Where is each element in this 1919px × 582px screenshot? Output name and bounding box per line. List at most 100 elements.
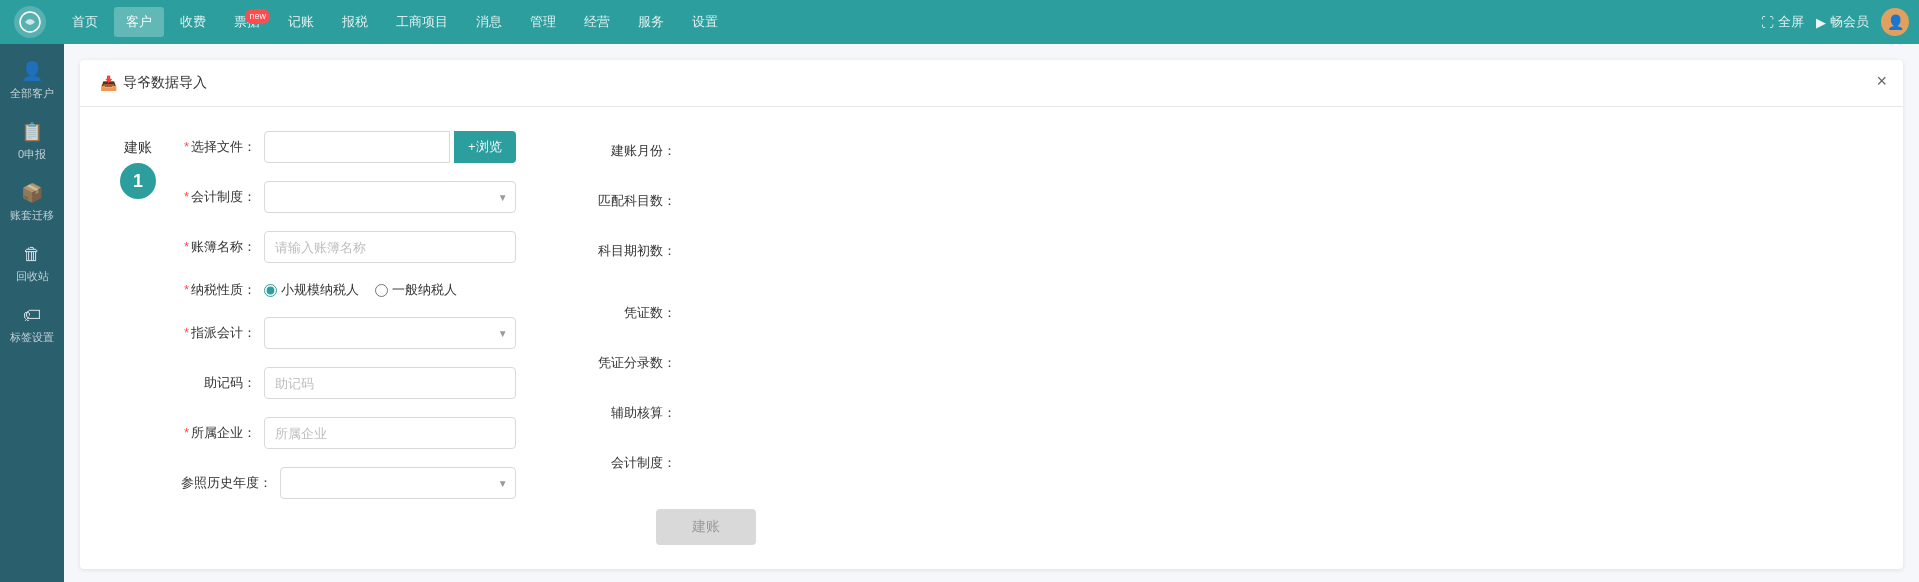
label-company: *所属企业： — [176, 424, 256, 442]
nav-item-票据[interactable]: 票据new — [222, 7, 272, 37]
file-text-input[interactable] — [264, 131, 450, 163]
nav-item-服务[interactable]: 服务 — [626, 7, 676, 37]
sidebar-icon-4: 🏷 — [21, 304, 43, 326]
avatar[interactable]: 👤 — [1881, 8, 1909, 36]
sidebar-label-3: 回收站 — [16, 269, 49, 284]
label-book-name: *账簿名称： — [176, 238, 256, 256]
nav-item-报税[interactable]: 报税 — [330, 7, 380, 37]
voucher-entries-value — [684, 347, 836, 379]
ref-year-select[interactable] — [280, 467, 516, 499]
voucher-count-value — [684, 297, 836, 329]
sidebar: 👤全部客户 📋 0申报 📦 账套迁移 🗑 回收站 🏷 标签设置 — [0, 44, 64, 582]
nav-item-消息[interactable]: 消息 — [464, 7, 514, 37]
radio-general-label: 一般纳税人 — [392, 281, 457, 299]
account-system-right-label: 会计制度： — [576, 454, 676, 472]
build-btn-area: 建账 — [576, 509, 836, 545]
radio-small-taxpayer[interactable]: 小规模纳税人 — [264, 281, 359, 299]
right-row-match-subject: 匹配科目数： — [576, 185, 836, 217]
sidebar-item-4[interactable]: 🏷 标签设置 — [4, 296, 60, 353]
radio-general-taxpayer[interactable]: 一般纳税人 — [375, 281, 457, 299]
nav-item-收费[interactable]: 收费 — [168, 7, 218, 37]
label-account-system: *会计制度： — [176, 188, 256, 206]
right-row-voucher-entries: 凭证分录数： — [576, 347, 836, 379]
form-row-account-system: *会计制度： ▼ — [176, 181, 516, 213]
nav-items: 首页客户收费票据new记账报税工商项目消息管理经营服务设置 — [60, 7, 1761, 37]
sidebar-label-4: 标签设置 — [10, 330, 54, 345]
label-file: *选择文件： — [176, 138, 256, 156]
card-header: 📥 导爷数据导入 × — [80, 60, 1903, 107]
sidebar-label-1: 0申报 — [18, 147, 46, 162]
build-button[interactable]: 建账 — [656, 509, 756, 545]
form-area: 建账 1 *选择文件： +浏览 — [80, 107, 1903, 569]
member-btn[interactable]: ▶ 畅会员 — [1816, 13, 1869, 31]
nav-item-记账[interactable]: 记账 — [276, 7, 326, 37]
browse-button[interactable]: +浏览 — [454, 131, 516, 163]
accountant-select-wrap: ▼ — [264, 317, 516, 349]
form-row-accountant: *指派会计： ▼ — [176, 317, 516, 349]
sidebar-label-2: 账套迁移 — [10, 208, 54, 223]
right-row-voucher-count: 凭证数： — [576, 297, 836, 329]
tax-type-radio-group: 小规模纳税人 一般纳税人 — [264, 281, 457, 299]
right-row-account-system-right: 会计制度： — [576, 447, 836, 479]
right-form: 建账月份： 匹配科目数： 科目期初数： 凭证数： — [576, 131, 836, 545]
label-ref-year: 参照历史年度： — [176, 474, 272, 492]
form-row-book-name: *账簿名称： — [176, 231, 516, 263]
account-system-select-wrap: ▼ — [264, 181, 516, 213]
import-icon: 📥 — [100, 75, 117, 91]
main-content: 📥 导爷数据导入 × 建账 1 *选 — [64, 44, 1919, 582]
radio-small-label: 小规模纳税人 — [281, 281, 359, 299]
aux-calc-value — [684, 397, 836, 429]
close-button[interactable]: × — [1876, 72, 1887, 90]
voucher-count-label: 凭证数： — [576, 304, 676, 322]
label-tax-type: *纳税性质： — [176, 281, 256, 299]
nav-item-管理[interactable]: 管理 — [518, 7, 568, 37]
right-row-subject-init: 科目期初数： — [576, 235, 836, 267]
form-row-memo: 助记码： — [176, 367, 516, 399]
nav-badge-票据: new — [245, 9, 270, 24]
step-label: 建账 — [124, 139, 152, 157]
right-row-build-month: 建账月份： — [576, 135, 836, 167]
account-system-right-value — [684, 447, 836, 479]
nav-item-经营[interactable]: 经营 — [572, 7, 622, 37]
subject-init-label: 科目期初数： — [576, 242, 676, 260]
sidebar-item-1[interactable]: 📋 0申报 — [4, 113, 60, 170]
sidebar-item-2[interactable]: 📦 账套迁移 — [4, 174, 60, 231]
sidebar-icon-2: 📦 — [21, 182, 43, 204]
form-row-ref-year: 参照历史年度： ▼ — [176, 467, 516, 499]
fullscreen-btn[interactable]: ⛶ 全屏 — [1761, 13, 1804, 31]
aux-calc-label: 辅助核算： — [576, 404, 676, 422]
company-input[interactable] — [264, 417, 516, 449]
book-name-input[interactable] — [264, 231, 516, 263]
nav-item-首页[interactable]: 首页 — [60, 7, 110, 37]
subject-init-value — [684, 235, 836, 267]
form-row-company: *所属企业： — [176, 417, 516, 449]
radio-general-input[interactable] — [375, 284, 388, 297]
radio-small-input[interactable] — [264, 284, 277, 297]
sidebar-icon-3: 🗑 — [21, 243, 43, 265]
nav-item-工商项目[interactable]: 工商项目 — [384, 7, 460, 37]
step-section: 建账 1 *选择文件： +浏览 — [120, 131, 516, 545]
match-subject-label: 匹配科目数： — [576, 192, 676, 210]
form-row-tax-type: *纳税性质： 小规模纳税人 一般纳税人 — [176, 281, 516, 299]
sidebar-item-0[interactable]: 👤全部客户 — [4, 52, 60, 109]
accountant-select[interactable] — [264, 317, 516, 349]
main-card: 📥 导爷数据导入 × 建账 1 *选 — [80, 60, 1903, 569]
match-subject-value — [684, 185, 836, 217]
member-label: 畅会员 — [1830, 13, 1869, 31]
memo-input[interactable] — [264, 367, 516, 399]
nav-right: ⛶ 全屏 ▶ 畅会员 👤 — [1761, 8, 1909, 36]
step-circle: 1 — [120, 163, 156, 199]
file-input-group: +浏览 — [264, 131, 516, 163]
logo[interactable] — [10, 2, 50, 42]
sidebar-icon-1: 📋 — [21, 121, 43, 143]
logo-icon — [14, 6, 46, 38]
account-system-select[interactable] — [264, 181, 516, 213]
form-row-file: *选择文件： +浏览 — [176, 131, 516, 163]
sidebar-item-3[interactable]: 🗑 回收站 — [4, 235, 60, 292]
sidebar-icon-0: 👤 — [21, 60, 43, 82]
right-row-aux-calc: 辅助核算： — [576, 397, 836, 429]
label-accountant: *指派会计： — [176, 324, 256, 342]
nav-item-设置[interactable]: 设置 — [680, 7, 730, 37]
fullscreen-label: 全屏 — [1778, 13, 1804, 31]
nav-item-客户[interactable]: 客户 — [114, 7, 164, 37]
